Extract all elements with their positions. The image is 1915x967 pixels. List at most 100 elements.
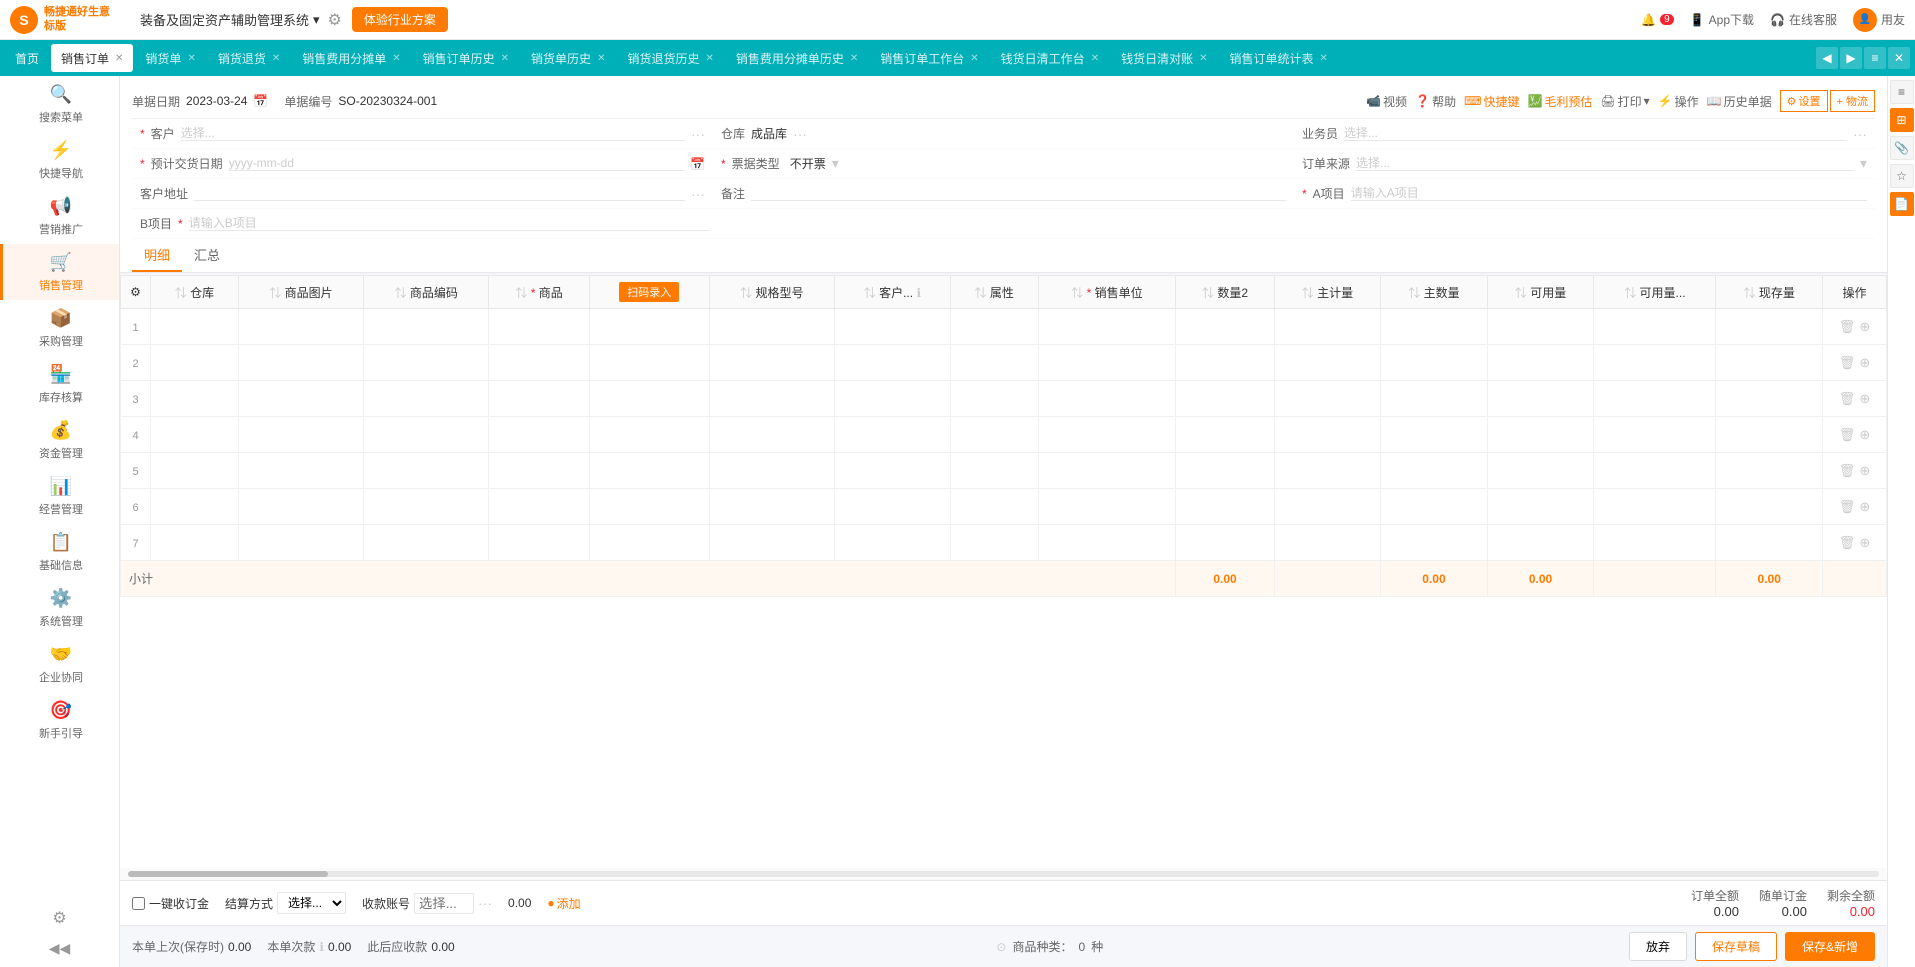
copy-row-icon[interactable]: ⊕ — [1859, 463, 1870, 479]
delete-row-icon[interactable]: 🗑 — [1839, 499, 1856, 515]
sidebar-item-system[interactable]: ⚙️ 系统管理 — [0, 580, 119, 636]
profit-button[interactable]: 💹 毛利预估 — [1527, 93, 1592, 110]
copy-row-icon[interactable]: ⊕ — [1859, 355, 1870, 371]
col-warehouse[interactable]: ⇅ 仓库 — [151, 276, 239, 309]
quick-collect-checkbox[interactable]: 一键收订金 — [132, 895, 209, 912]
history-button[interactable]: 📖 历史单据 — [1707, 93, 1772, 110]
delete-row-icon[interactable]: 🗑 — [1839, 535, 1856, 551]
tab-close-icon[interactable]: ✕ — [187, 53, 195, 64]
col-available[interactable]: ⇅ 可用量 — [1487, 276, 1594, 309]
view-button[interactable]: 📹 视频 — [1366, 93, 1407, 110]
order-source-dropdown-icon[interactable]: ▾ — [1860, 155, 1867, 172]
col-sales-unit[interactable]: ⇅ * 销售单位 — [1038, 276, 1176, 309]
settings-button[interactable]: ⚙ 设置 — [1780, 90, 1828, 112]
tab-sales-bill[interactable]: 销货单 ✕ — [135, 44, 205, 72]
add-button[interactable]: ● 添加 — [547, 895, 580, 912]
payment-method-select[interactable]: 选择... — [277, 892, 346, 914]
operation-button[interactable]: ⚡ 操作 — [1658, 93, 1699, 110]
scrollbar-thumb[interactable] — [128, 871, 328, 877]
tab-detail[interactable]: 明细 — [132, 239, 182, 272]
account-dots-icon[interactable]: ··· — [478, 895, 492, 911]
tab-next-button[interactable]: ▶ — [1840, 47, 1862, 69]
scrollbar-track[interactable] — [128, 871, 1879, 877]
staff-input[interactable] — [1344, 126, 1847, 141]
project-a-input[interactable] — [1351, 186, 1867, 201]
col-main-unit[interactable]: ⇅ 主计量 — [1274, 276, 1381, 309]
col-current-stock[interactable]: ⇅ 现存量 — [1716, 276, 1823, 309]
tab-return-history[interactable]: 销货退货历史 ✕ — [617, 44, 723, 72]
address-dots-icon[interactable]: ··· — [691, 186, 705, 202]
delete-row-icon[interactable]: 🗑 — [1839, 427, 1856, 443]
sidebar-item-guide[interactable]: 🎯 新手引导 — [0, 692, 119, 748]
tab-sales-order[interactable]: 销售订单 ✕ — [51, 44, 133, 72]
tab-close-icon[interactable]: ✕ — [392, 53, 400, 64]
add-material-button[interactable]: + 物流 — [1830, 90, 1875, 112]
tab-menu-button[interactable]: ≡ — [1864, 47, 1886, 69]
solution-button[interactable]: 体验行业方案 — [352, 7, 448, 32]
tab-close-icon[interactable]: ✕ — [705, 53, 713, 64]
copy-row-icon[interactable]: ⊕ — [1859, 391, 1870, 407]
tab-summary[interactable]: 汇总 — [182, 239, 232, 272]
sidebar-item-marketing[interactable]: 📢 营销推广 — [0, 188, 119, 244]
sidebar-item-search[interactable]: 🔍 搜索菜单 — [0, 76, 119, 132]
copy-row-icon[interactable]: ⊕ — [1859, 427, 1870, 443]
col-settings[interactable]: ⚙ — [121, 276, 151, 309]
tab-close-icon[interactable]: ✕ — [1199, 53, 1207, 64]
col-scan[interactable]: 扫码录入 — [589, 276, 709, 309]
save-draft-button[interactable]: 保存草稿 — [1695, 932, 1777, 961]
tab-order-workbench[interactable]: 销售订单工作台 ✕ — [870, 44, 988, 72]
tab-close-icon[interactable]: ✕ — [970, 53, 978, 64]
warehouse-dots-icon[interactable]: ··· — [793, 126, 807, 142]
tab-prev-button[interactable]: ◀ — [1816, 47, 1838, 69]
tab-stats[interactable]: 销售订单统计表 ✕ — [1219, 44, 1337, 72]
sidebar-item-base[interactable]: 📋 基础信息 — [0, 524, 119, 580]
tab-sales-return[interactable]: 销货退货 ✕ — [208, 44, 290, 72]
tab-order-history[interactable]: 销售订单历史 ✕ — [413, 44, 519, 72]
col-spec[interactable]: ⇅ 规格型号 — [709, 276, 834, 309]
calendar-icon[interactable]: 📅 — [253, 94, 268, 108]
col-available2[interactable]: ⇅ 可用量... — [1594, 276, 1716, 309]
shortcut-button[interactable]: ⌨ 快捷键 — [1464, 93, 1519, 110]
delete-row-icon[interactable]: 🗑 — [1839, 319, 1856, 335]
ticket-dropdown-icon[interactable]: ▾ — [832, 155, 839, 172]
tab-home[interactable]: 首页 — [5, 44, 49, 72]
save-new-button[interactable]: 保存&新增 — [1785, 932, 1875, 961]
tab-close-icon[interactable]: ✕ — [1320, 53, 1328, 64]
print-button[interactable]: 🖨 打印 ▾ — [1600, 93, 1649, 110]
staff-dots-icon[interactable]: ··· — [1853, 126, 1867, 142]
sidebar-item-inventory[interactable]: 🏪 库存核算 — [0, 356, 119, 412]
online-service-item[interactable]: 🎧 在线客服 — [1770, 11, 1837, 28]
customer-input[interactable] — [181, 126, 685, 141]
user-item[interactable]: 👤 用友 — [1853, 8, 1905, 32]
delivery-input[interactable] — [229, 156, 684, 171]
col-main-qty[interactable]: ⇅ 主数量 — [1381, 276, 1488, 309]
account-input[interactable] — [414, 893, 474, 914]
sidebar-item-quicknav[interactable]: ⚡ 快捷导航 — [0, 132, 119, 188]
right-panel-btn-3[interactable]: 📎 — [1890, 136, 1914, 160]
tab-close-icon[interactable]: ✕ — [850, 53, 858, 64]
help-button[interactable]: ❓ 帮助 — [1415, 93, 1456, 110]
right-panel-btn-5[interactable]: 📄 — [1890, 192, 1914, 216]
tab-close-icon[interactable]: ✕ — [272, 53, 280, 64]
right-panel-btn-2[interactable]: ⊞ — [1890, 108, 1914, 132]
note-input[interactable] — [751, 186, 1286, 201]
col-product-code[interactable]: ⇅ 商品编码 — [364, 276, 489, 309]
sidebar-item-cooperation[interactable]: 🤝 企业协同 — [0, 636, 119, 692]
scan-button[interactable]: 扫码录入 — [619, 282, 679, 302]
tab-reconcile[interactable]: 钱货日清对账 ✕ — [1111, 44, 1217, 72]
sidebar-item-finance[interactable]: 💰 资金管理 — [0, 412, 119, 468]
quick-collect-input[interactable] — [132, 897, 145, 910]
sidebar-collapse-button[interactable]: ◀◀ — [49, 940, 71, 957]
project-b-input[interactable] — [189, 216, 711, 231]
address-input[interactable] — [194, 186, 685, 201]
delete-row-icon[interactable]: 🗑 — [1839, 391, 1856, 407]
delete-row-icon[interactable]: 🗑 — [1839, 463, 1856, 479]
notification-item[interactable]: 🔔 9 — [1641, 13, 1674, 27]
sidebar-item-operations[interactable]: 📊 经营管理 — [0, 468, 119, 524]
customer-dots-icon[interactable]: ··· — [691, 126, 705, 142]
copy-row-icon[interactable]: ⊕ — [1859, 535, 1870, 551]
tab-close-icon[interactable]: ✕ — [597, 53, 605, 64]
sidebar-item-sales[interactable]: 🛒 销售管理 — [0, 244, 119, 300]
order-source-input[interactable] — [1356, 156, 1854, 171]
col-product[interactable]: ⇅ * 商品 — [489, 276, 589, 309]
